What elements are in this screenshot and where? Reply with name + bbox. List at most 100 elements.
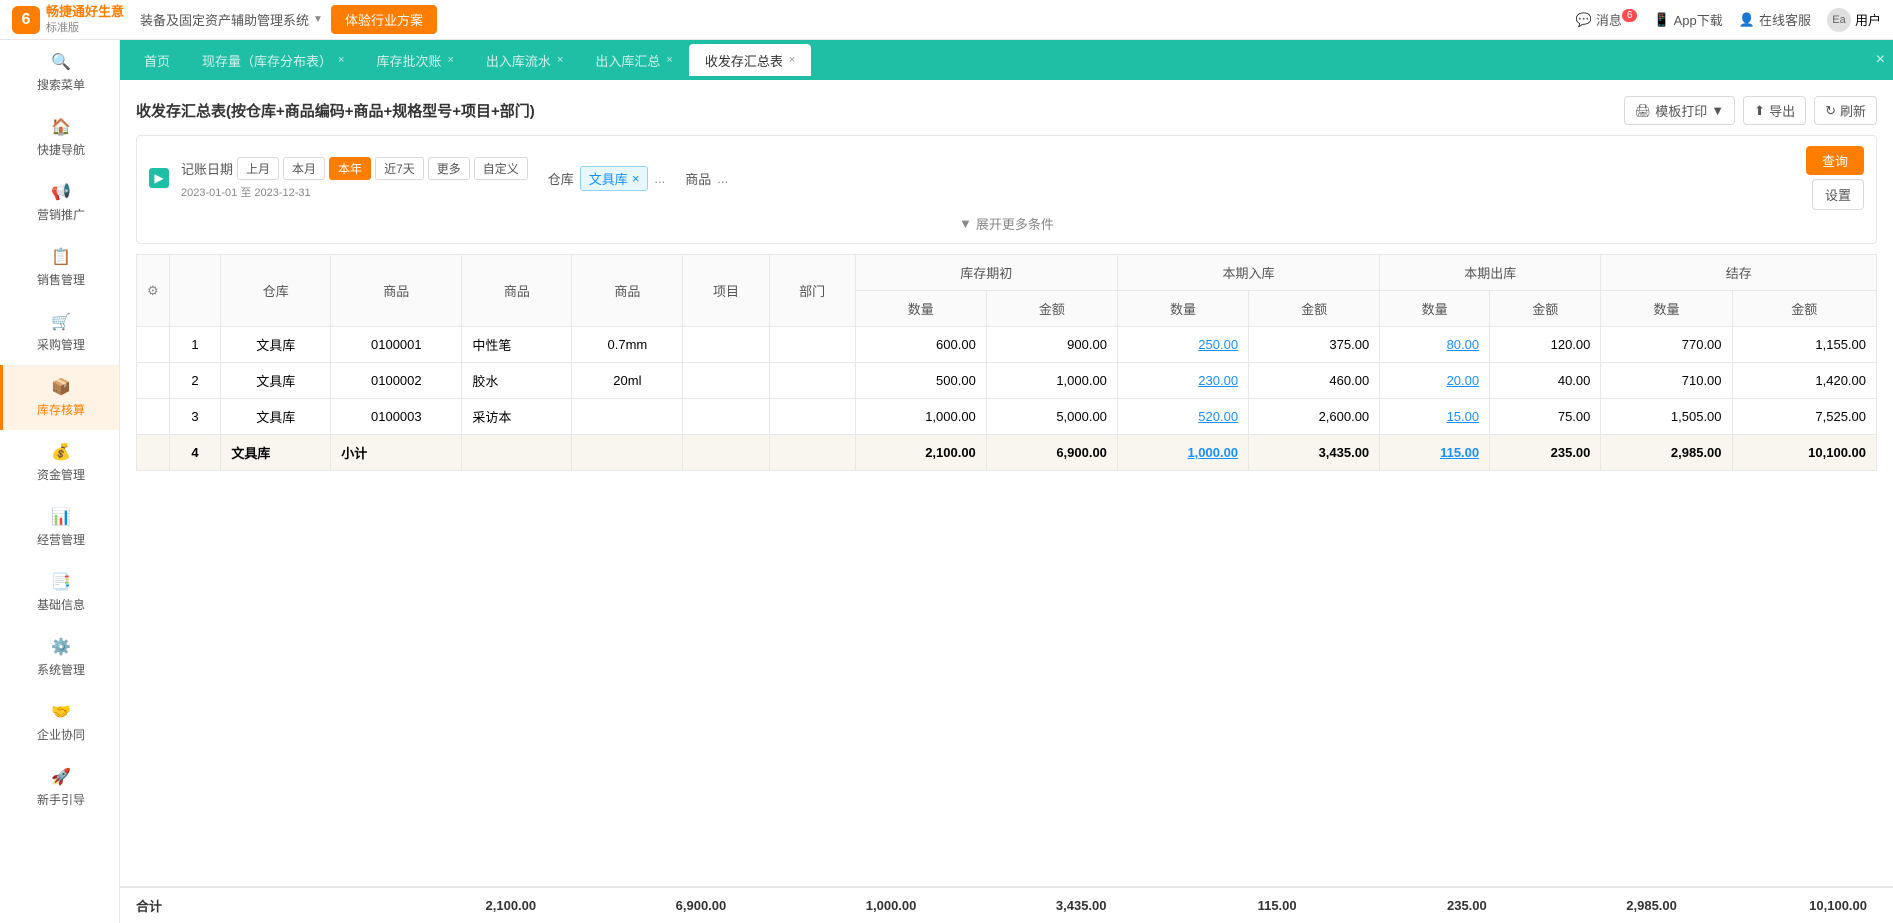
subtotal-bal-amt: 10,100.00	[1732, 435, 1876, 471]
query-button[interactable]: 查询	[1806, 146, 1864, 175]
row1-out-qty: 80.00	[1380, 327, 1490, 363]
sidebar-item-inventory[interactable]: 📦 库存核算	[0, 365, 119, 430]
user-label: 用户	[1855, 10, 1881, 29]
row1-department	[769, 327, 855, 363]
sidebar-item-beginner[interactable]: 🚀 新手引导	[0, 755, 119, 820]
row2-in-qty: 230.00	[1117, 363, 1248, 399]
tab-inout-flow-label: 出入库流水	[486, 51, 551, 70]
filter-arrow-icon[interactable]: ▶	[149, 168, 169, 188]
purchase-icon: 🛒	[51, 312, 71, 332]
date-btn-custom[interactable]: 自定义	[474, 157, 528, 180]
sidebar-item-purchase[interactable]: 🛒 采购管理	[0, 300, 119, 365]
date-label: 记账日期	[181, 159, 233, 178]
col-group-opening: 库存期初	[855, 255, 1117, 291]
tab-home[interactable]: 首页	[128, 44, 186, 76]
row1-project	[683, 327, 769, 363]
settings-button[interactable]: 设置	[1812, 179, 1864, 210]
date-range-display: 2023-01-01 至 2023-12-31	[181, 184, 528, 200]
total-bal-qty: 2,985.00	[1497, 898, 1687, 913]
total-label: 合计	[136, 896, 316, 915]
refresh-button[interactable]: ↻ 刷新	[1814, 96, 1877, 125]
sidebar: 🔍 搜索菜单 🏠 快捷导航 📢 营销推广 📋 销售管理 🛒 采购管理 📦 库存核…	[0, 40, 120, 923]
main-layout: 🔍 搜索菜单 🏠 快捷导航 📢 营销推广 📋 销售管理 🛒 采购管理 📦 库存核…	[0, 40, 1893, 923]
tab-inout-summary[interactable]: 出入库汇总 ×	[579, 44, 688, 76]
expand-more-btn[interactable]: ▼ 展开更多条件	[149, 214, 1864, 233]
row2-goods-code: 0100002	[331, 363, 462, 399]
trial-button[interactable]: 体验行业方案	[331, 5, 437, 34]
chevron-down-icon: ▼	[959, 216, 972, 231]
sidebar-item-search[interactable]: 🔍 搜索菜单	[0, 40, 119, 105]
system-dropdown[interactable]: 装备及固定资产辅助管理系统 ▼	[132, 10, 323, 29]
tab-close-all[interactable]: ×	[1876, 51, 1885, 69]
tab-recv-send-summary[interactable]: 收发存汇总表 ×	[689, 44, 811, 76]
tab-inventory-dist-close[interactable]: ×	[338, 55, 344, 66]
system-icon: ⚙️	[51, 637, 71, 657]
date-btn-more[interactable]: 更多	[428, 157, 470, 180]
row2-out-qty-link[interactable]: 20.00	[1447, 373, 1480, 388]
tab-inventory-dist[interactable]: 现存量（库存分布表） ×	[186, 44, 360, 76]
online-service-action[interactable]: 👤 在线客服	[1739, 10, 1811, 29]
refresh-label: 刷新	[1840, 101, 1866, 120]
row3-department	[769, 399, 855, 435]
tab-recv-send-summary-close[interactable]: ×	[789, 55, 795, 66]
sidebar-item-finance[interactable]: 💰 资金管理	[0, 430, 119, 495]
subtotal-in-qty: 1,000.00	[1117, 435, 1248, 471]
sidebar-item-enterprise[interactable]: 🤝 企业协同	[0, 690, 119, 755]
date-btn-last-month[interactable]: 上月	[237, 157, 279, 180]
data-table: ⚙ 仓库 商品 商品 商品 项目 部门 库存期初 本期入库 本期出库	[136, 254, 1877, 471]
goods-ellipsis[interactable]: ...	[717, 171, 728, 186]
sidebar-item-basic-info[interactable]: 📑 基础信息	[0, 560, 119, 625]
row3-in-amt: 2,600.00	[1249, 399, 1380, 435]
inventory-icon: 📦	[51, 377, 71, 397]
tab-inout-summary-close[interactable]: ×	[666, 55, 672, 66]
row3-out-qty-link[interactable]: 15.00	[1447, 409, 1480, 424]
sidebar-item-marketing[interactable]: 📢 营销推广	[0, 170, 119, 235]
row3-warehouse: 文具库	[221, 399, 331, 435]
page-title: 收发存汇总表(按仓库+商品编码+商品+规格型号+项目+部门)	[136, 100, 535, 121]
tab-inout-summary-label: 出入库汇总	[595, 51, 660, 70]
logo-icon: 6	[12, 6, 40, 34]
user-area[interactable]: Ea 用户	[1827, 8, 1881, 32]
subtotal-out-amt: 235.00	[1490, 435, 1601, 471]
sales-icon: 📋	[51, 247, 71, 267]
sidebar-label-search: 搜索菜单	[37, 76, 85, 93]
total-bal-amt: 10,100.00	[1687, 898, 1877, 913]
row1-goods-name: 中性笔	[462, 327, 572, 363]
warehouse-ellipsis[interactable]: ...	[654, 171, 665, 186]
app-download-action[interactable]: 📱 App下载	[1653, 10, 1722, 29]
total-values: 2,100.00 6,900.00 1,000.00 3,435.00 115.…	[356, 898, 1877, 913]
subtotal-out-qty: 115.00	[1380, 435, 1490, 471]
row1-in-qty-link[interactable]: 250.00	[1198, 337, 1238, 352]
row2-out-amt: 40.00	[1490, 363, 1601, 399]
total-in-amt: 3,435.00	[926, 898, 1116, 913]
row1-out-qty-link[interactable]: 80.00	[1447, 337, 1480, 352]
table-gear-icon[interactable]: ⚙	[147, 283, 159, 298]
sidebar-item-quick-nav[interactable]: 🏠 快捷导航	[0, 105, 119, 170]
messages-action[interactable]: 💬 消息 6	[1576, 10, 1638, 29]
export-button[interactable]: ⬆ 导出	[1743, 96, 1806, 125]
row2-in-qty-link[interactable]: 230.00	[1198, 373, 1238, 388]
date-btn-this-year[interactable]: 本年	[329, 157, 371, 180]
system-name: 装备及固定资产辅助管理系统	[140, 10, 309, 29]
table-settings-col[interactable]: ⚙	[137, 255, 170, 327]
row1-goods-spec: 0.7mm	[572, 327, 683, 363]
tab-batch-account-close[interactable]: ×	[447, 55, 453, 66]
subtotal-in-qty-link[interactable]: 1,000.00	[1187, 445, 1238, 460]
row3-in-qty-link[interactable]: 520.00	[1198, 409, 1238, 424]
print-dropdown-icon: ▼	[1711, 103, 1724, 118]
warehouse-tag-remove[interactable]: ×	[632, 171, 640, 186]
date-btn-7days[interactable]: 近7天	[375, 157, 424, 180]
total-out-amt: 235.00	[1307, 898, 1497, 913]
tab-batch-account[interactable]: 库存批次账 ×	[360, 44, 469, 76]
print-button[interactable]: 🖨 模板打印 ▼	[1624, 96, 1735, 125]
message-icon: 💬	[1576, 12, 1592, 28]
sidebar-item-sales[interactable]: 📋 销售管理	[0, 235, 119, 300]
sidebar-item-system[interactable]: ⚙️ 系统管理	[0, 625, 119, 690]
subtotal-out-qty-link[interactable]: 115.00	[1440, 445, 1479, 460]
tab-inout-flow-close[interactable]: ×	[557, 55, 563, 66]
sub-header-out-qty: 数量	[1380, 291, 1490, 327]
sidebar-item-operations[interactable]: 📊 经营管理	[0, 495, 119, 560]
col-header-department: 部门	[769, 255, 855, 327]
tab-inout-flow[interactable]: 出入库流水 ×	[470, 44, 579, 76]
date-btn-this-month[interactable]: 本月	[283, 157, 325, 180]
